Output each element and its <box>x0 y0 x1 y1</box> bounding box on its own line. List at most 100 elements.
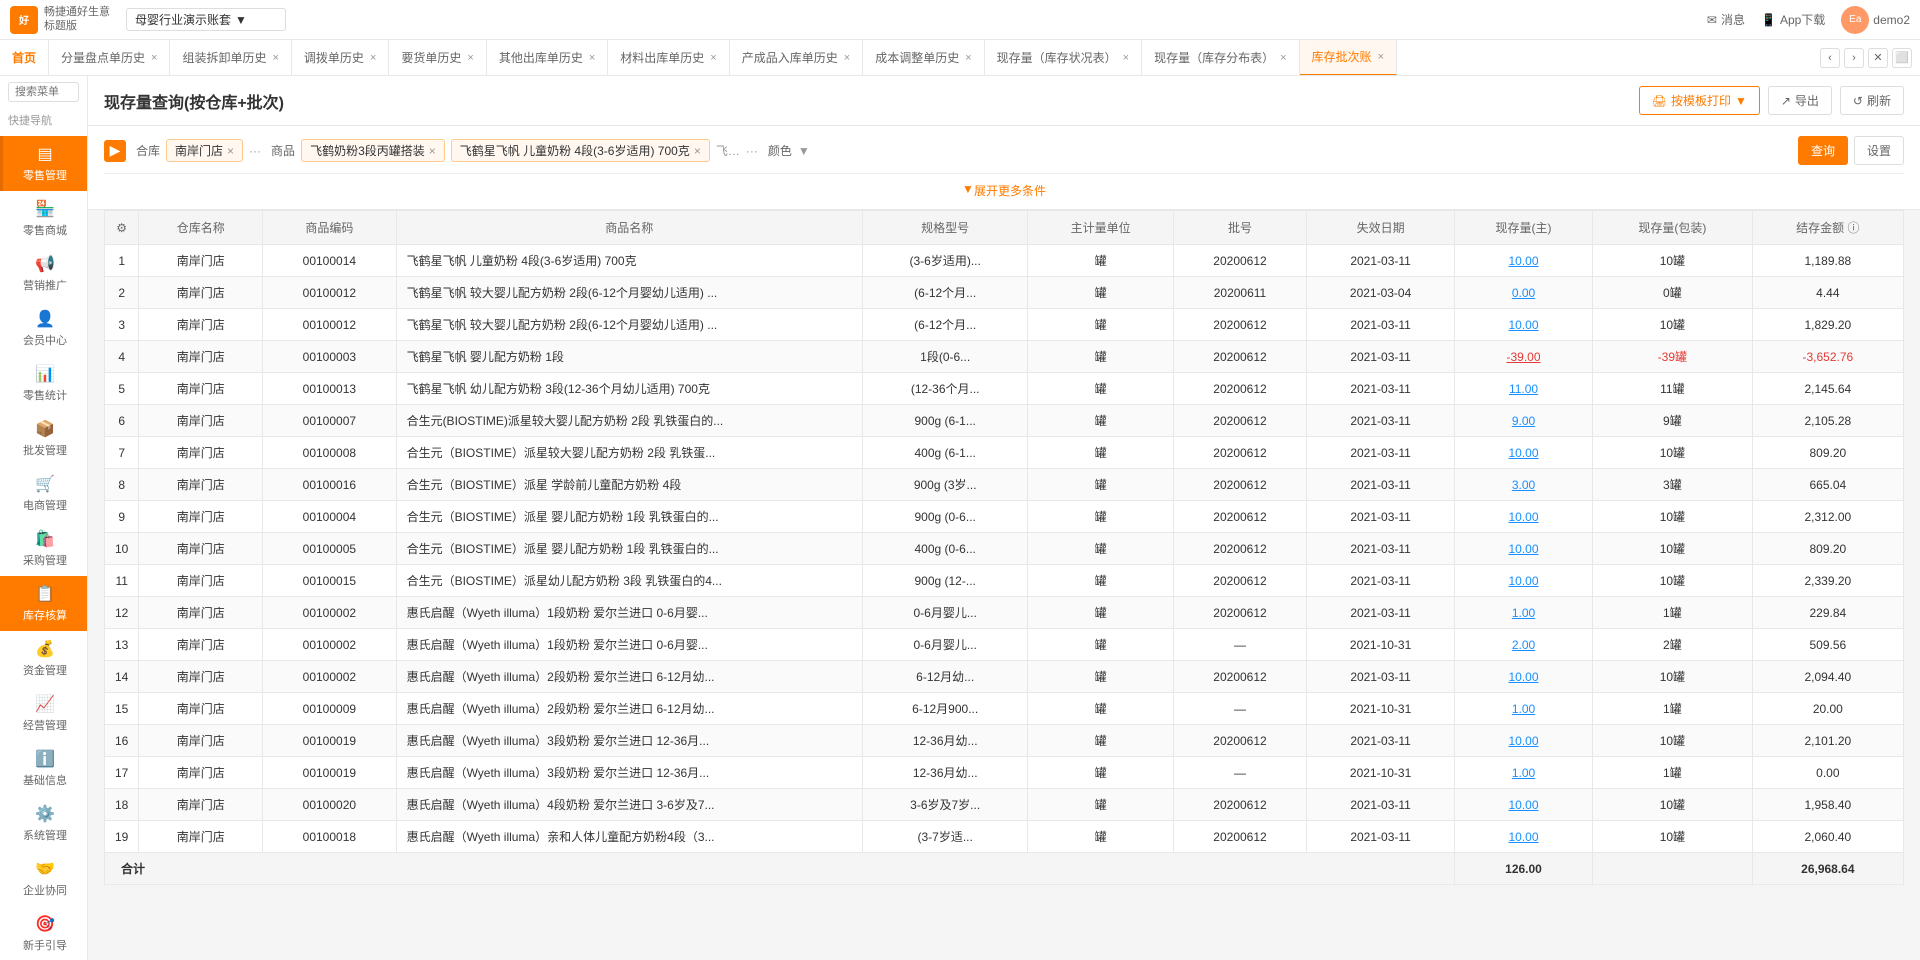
tab-close-all[interactable]: ✕ <box>1868 48 1888 68</box>
product-tag-2[interactable]: 飞鹤星飞帆 儿童奶粉 4段(3-6岁适用) 700克 × <box>451 139 710 162</box>
remove-product-tag2-icon[interactable]: × <box>694 144 701 158</box>
warehouse-tag[interactable]: 南岸门店 × <box>166 139 243 162</box>
expand-conditions-btn[interactable]: ▼ 展开更多条件 <box>104 173 1904 199</box>
cell-expire: 2021-03-11 <box>1307 661 1455 693</box>
close-tab-icon[interactable]: × <box>844 52 850 64</box>
settings-button[interactable]: 设置 <box>1854 136 1904 165</box>
sidebar-item-purchase[interactable]: 🛍️ 采购管理 <box>0 521 87 576</box>
cell-warehouse: 南岸门店 <box>139 469 263 501</box>
tab-diaobo[interactable]: 调拨单历史 × <box>292 40 389 76</box>
row-number: 13 <box>105 629 139 661</box>
tab-zuchai[interactable]: 组装拆卸单历史 × <box>170 40 291 76</box>
cell-qty-main[interactable]: 2.00 <box>1454 629 1592 661</box>
tab-chengben[interactable]: 成本调整单历史 × <box>863 40 984 76</box>
sidebar-item-member[interactable]: 👤 会员中心 <box>0 301 87 356</box>
cell-qty-main[interactable]: 1.00 <box>1454 597 1592 629</box>
sidebar-item-ops[interactable]: 📈 经营管理 <box>0 686 87 741</box>
sidebar-item-finance[interactable]: 💰 资金管理 <box>0 631 87 686</box>
cell-expire: 2021-03-11 <box>1307 789 1455 821</box>
search-input[interactable] <box>8 82 79 102</box>
cell-qty-main[interactable]: 10.00 <box>1454 661 1592 693</box>
cell-qty-pkg: 10罐 <box>1593 533 1753 565</box>
sidebar-item-wholesale[interactable]: 📦 批发管理 <box>0 411 87 466</box>
cell-qty-main[interactable]: 10.00 <box>1454 533 1592 565</box>
close-tab-icon[interactable]: × <box>965 52 971 64</box>
tab-scroll-right[interactable]: › <box>1844 48 1864 68</box>
cell-qty-main[interactable]: 10.00 <box>1454 821 1592 853</box>
cell-qty-main[interactable]: 3.00 <box>1454 469 1592 501</box>
refresh-button[interactable]: ↺ 刷新 <box>1840 86 1904 115</box>
tab-xiancun-fen[interactable]: 现存量（库存分布表） × <box>1142 40 1299 76</box>
cell-qty-main[interactable]: 10.00 <box>1454 309 1592 341</box>
cell-spec: 900g (6-1... <box>862 405 1028 437</box>
tab-qitachu[interactable]: 其他出库单历史 × <box>487 40 608 76</box>
close-tab-icon[interactable]: × <box>467 52 473 64</box>
sidebar-item-retail-shop[interactable]: 🏪 零售商城 <box>0 191 87 246</box>
col-qty-main: 现存量(主) <box>1454 211 1592 245</box>
close-tab-icon[interactable]: × <box>1280 52 1286 64</box>
cell-qty-main[interactable]: 10.00 <box>1454 501 1592 533</box>
cell-qty-main[interactable]: 10.00 <box>1454 245 1592 277</box>
close-tab-icon[interactable]: × <box>1378 51 1384 63</box>
cell-qty-main[interactable]: 10.00 <box>1454 789 1592 821</box>
cell-qty-main[interactable]: 10.00 <box>1454 437 1592 469</box>
sidebar-item-collab[interactable]: 🤝 企业协同 <box>0 851 87 906</box>
sidebar-item-ecommerce[interactable]: 🛒 电商管理 <box>0 466 87 521</box>
cell-qty-main[interactable]: 9.00 <box>1454 405 1592 437</box>
remove-warehouse-tag-icon[interactable]: × <box>227 144 234 158</box>
query-button[interactable]: 查询 <box>1798 136 1848 165</box>
tab-maximize[interactable]: ⬜ <box>1892 48 1912 68</box>
sidebar-item-marketing[interactable]: 📢 营销推广 <box>0 246 87 301</box>
store-selector[interactable]: 母婴行业演示账套 ▼ <box>126 8 286 31</box>
remove-product-tag1-icon[interactable]: × <box>429 144 436 158</box>
tab-pici[interactable]: 库存批次账 × <box>1300 40 1397 76</box>
cell-expire: 2021-03-11 <box>1307 533 1455 565</box>
table-row: 5 南岸门店 00100013 飞鹤星飞帆 幼儿配方奶粉 3段(12-36个月幼… <box>105 373 1904 405</box>
expand-filter-btn[interactable]: ▶ <box>104 140 126 162</box>
cell-expire: 2021-10-31 <box>1307 693 1455 725</box>
row-number: 14 <box>105 661 139 693</box>
close-tab-icon[interactable]: × <box>272 52 278 64</box>
close-tab-icon[interactable]: × <box>589 52 595 64</box>
close-tab-icon[interactable]: × <box>151 52 157 64</box>
product-tag-1[interactable]: 飞鹤奶粉3段丙罐搭装 × <box>301 139 445 162</box>
close-tab-icon[interactable]: × <box>370 52 376 64</box>
export-button[interactable]: ↗ 导出 <box>1768 86 1832 115</box>
col-settings[interactable]: ⚙ <box>105 211 139 245</box>
cell-batch: 20200612 <box>1173 501 1306 533</box>
sidebar-item-retail-mgmt[interactable]: ▤ 零售管理 <box>0 136 87 191</box>
sidebar-item-retail-stats[interactable]: 📊 零售统计 <box>0 356 87 411</box>
user-area[interactable]: Ea demo2 <box>1841 6 1910 34</box>
tab-xiancun-zhuang[interactable]: 现存量（库存状况表） × <box>985 40 1142 76</box>
sidebar-item-inventory[interactable]: 📋 库存核算 <box>0 576 87 631</box>
cell-warehouse: 南岸门店 <box>139 629 263 661</box>
close-tab-icon[interactable]: × <box>710 52 716 64</box>
cell-qty-main[interactable]: 11.00 <box>1454 373 1592 405</box>
tab-cailiao[interactable]: 材料出库单历史 × <box>608 40 729 76</box>
table-row: 18 南岸门店 00100020 惠氏启醒（Wyeth illuma）4段奶粉 … <box>105 789 1904 821</box>
close-tab-icon[interactable]: × <box>1123 52 1129 64</box>
tab-fenpan[interactable]: 分量盘点单历史 × <box>49 40 170 76</box>
cell-qty-main[interactable]: 10.00 <box>1454 725 1592 757</box>
cell-name: 飞鹤星飞帆 婴儿配方奶粉 1段 <box>396 341 862 373</box>
sidebar-item-system[interactable]: ⚙️ 系统管理 <box>0 796 87 851</box>
tab-chancheng[interactable]: 产成品入库单历史 × <box>730 40 863 76</box>
cell-code: 00100016 <box>263 469 396 501</box>
message-button[interactable]: ✉ 消息 <box>1707 11 1745 28</box>
tab-home[interactable]: 首页 <box>0 40 49 76</box>
cell-qty-main[interactable]: -39.00 <box>1454 341 1592 373</box>
print-button[interactable]: 🖨 按模板打印 ▼ <box>1639 86 1760 115</box>
purchase-icon: 🛍️ <box>35 529 55 549</box>
cell-spec: 0-6月婴儿... <box>862 629 1028 661</box>
cell-qty-main[interactable]: 1.00 <box>1454 757 1592 789</box>
sidebar-item-base[interactable]: ℹ️ 基础信息 <box>0 741 87 796</box>
col-unit: 主计量单位 <box>1028 211 1173 245</box>
cell-qty-main[interactable]: 0.00 <box>1454 277 1592 309</box>
sidebar-item-guide[interactable]: 🎯 新手引导 <box>0 906 87 960</box>
app-download-button[interactable]: 📱 App下载 <box>1761 11 1825 28</box>
cell-qty-main[interactable]: 1.00 <box>1454 693 1592 725</box>
tab-scroll-left[interactable]: ‹ <box>1820 48 1840 68</box>
cell-spec: (6-12个月... <box>862 277 1028 309</box>
tab-yaohuo[interactable]: 要货单历史 × <box>389 40 486 76</box>
cell-qty-main[interactable]: 10.00 <box>1454 565 1592 597</box>
